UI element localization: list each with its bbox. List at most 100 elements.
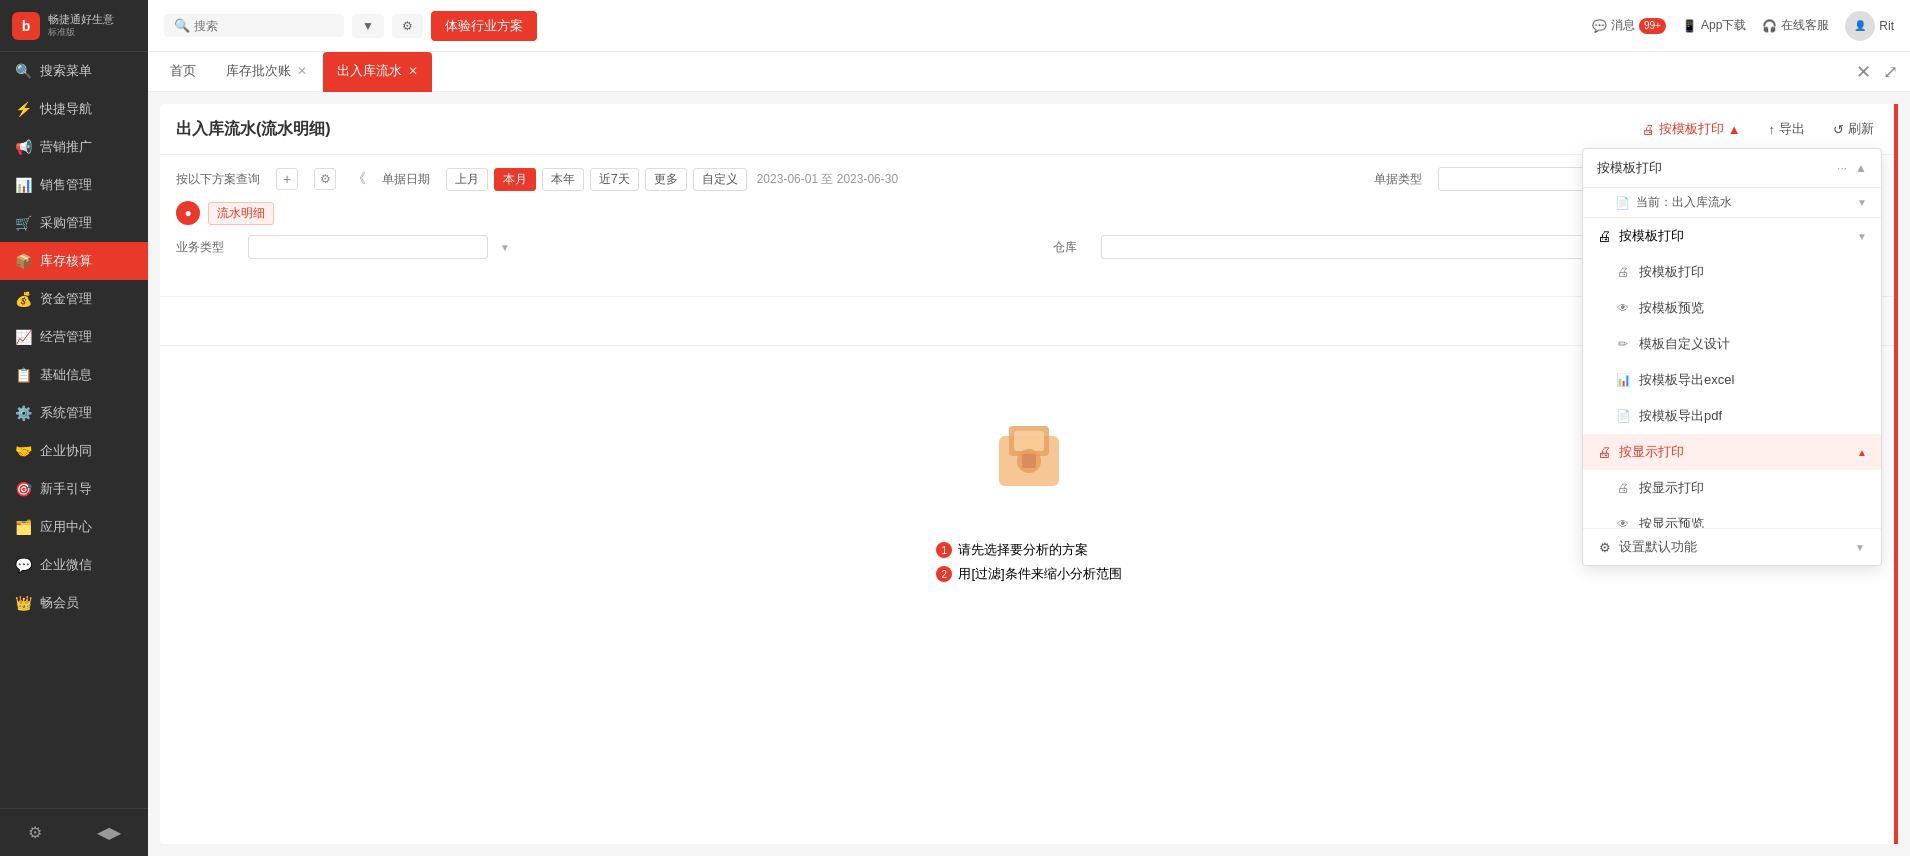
industry-btn[interactable]: 体验行业方案 (431, 11, 537, 41)
app-download-label: App下载 (1701, 17, 1746, 34)
print-icon: 🖨 (1642, 122, 1655, 137)
empty-tip-1: 1 请先选择要分析的方案 (936, 541, 1121, 559)
sidebar-label-3: 销售管理 (40, 176, 134, 194)
sidebar-item-新手引导[interactable]: 🎯 新手引导 (0, 470, 148, 508)
sidebar-scroll: 🔍 搜索菜单 ⚡ 快捷导航 📢 营销推广 📊 销售管理 🛒 采购管理 📦 库存核… (0, 52, 148, 808)
date-this-year-btn[interactable]: 本年 (542, 168, 584, 191)
sidebar-item-基础信息[interactable]: 📋 基础信息 (0, 356, 148, 394)
filter-setting-btn[interactable]: ⚙ (314, 168, 336, 190)
sidebar-item-营销推广[interactable]: 📢 营销推广 (0, 128, 148, 166)
headset-icon: 🎧 (1762, 19, 1777, 33)
filter-collapse-btn[interactable]: 《 (352, 170, 366, 188)
pdf-sub-icon: 📄 (1615, 408, 1631, 424)
sidebar-icon-2: 📢 (14, 138, 32, 156)
warehouse-label: 仓库 (1053, 239, 1077, 256)
date-this-month-btn[interactable]: 本月 (494, 168, 536, 191)
add-filter-btn[interactable]: + (276, 168, 298, 190)
resize-handle[interactable] (1894, 104, 1898, 844)
date-custom-btn[interactable]: 自定义 (693, 168, 747, 191)
tab-close-2[interactable]: ✕ (408, 64, 418, 78)
sidebar-icon-4: 🛒 (14, 214, 32, 232)
header-right: 💬 消息 99+ 📱 App下载 🎧 在线客服 👤 Rit (1592, 11, 1894, 41)
sidebar-item-畅会员[interactable]: 👑 畅会员 (0, 584, 148, 622)
sidebar-item-采购管理[interactable]: 🛒 采购管理 (0, 204, 148, 242)
footer-settings-icon: ⚙ (1599, 540, 1611, 555)
template-print-btn[interactable]: 🖨 按模板打印 ▲ (1634, 116, 1749, 142)
refresh-btn[interactable]: ↺ 刷新 (1825, 116, 1882, 142)
template-print-section-label: 按模板打印 (1619, 227, 1684, 245)
app-download-btn[interactable]: 📱 App下载 (1682, 17, 1746, 34)
sidebar-item-搜索菜单[interactable]: 🔍 搜索菜单 (0, 52, 148, 90)
tag-icon: ● (184, 206, 191, 220)
refresh-label: 刷新 (1848, 120, 1874, 138)
tip-num-2: 2 (936, 566, 952, 582)
preview-sub-icon: 👁 (1615, 300, 1631, 316)
template-preview-item[interactable]: 👁 按模板预览 (1583, 290, 1881, 326)
page-content: 出入库流水(流水明细) 🖨 按模板打印 ▲ ↑ 导出 ↺ 刷新 (148, 92, 1910, 856)
message-btn[interactable]: 💬 消息 99+ (1592, 17, 1666, 34)
sidebar-item-企业协同[interactable]: 🤝 企业协同 (0, 432, 148, 470)
template-print-section-header[interactable]: 🖨 按模板打印 ▼ (1583, 218, 1881, 254)
template-export-pdf-item[interactable]: 📄 按模板导出pdf (1583, 398, 1881, 434)
sidebar-icon-5: 📦 (14, 252, 32, 270)
tag-label: 流水明细 (217, 205, 265, 222)
search-input[interactable] (194, 19, 314, 33)
template-export-excel-item[interactable]: 📊 按模板导出excel (1583, 362, 1881, 398)
settings-btn[interactable]: ⚙ (392, 14, 423, 38)
tab-出入库流水[interactable]: 出入库流水✕ (323, 52, 432, 92)
empty-svg (979, 406, 1079, 506)
tab-close-1[interactable]: ✕ (297, 64, 307, 78)
sidebar-item-系统管理[interactable]: ⚙️ 系统管理 (0, 394, 148, 432)
footer-arrow: ▼ (1855, 542, 1865, 553)
sidebar-item-销售管理[interactable]: 📊 销售管理 (0, 166, 148, 204)
display-preview-item[interactable]: 👁 按显示预览 (1583, 506, 1881, 528)
sidebar-item-资金管理[interactable]: 💰 资金管理 (0, 280, 148, 318)
dropdown-chevron-up[interactable]: ▲ (1855, 161, 1867, 175)
dropdown-header: 按模板打印 ··· ▲ (1583, 149, 1881, 188)
current-route: 📄 当前：出入库流水 ▼ (1583, 188, 1881, 218)
nav-dropdown-btn[interactable]: ▼ (352, 14, 384, 38)
date-7days-btn[interactable]: 近7天 (590, 168, 639, 191)
sidebar-item-经营管理[interactable]: 📈 经营管理 (0, 318, 148, 356)
dropdown-scrollable: 📄 当前：出入库流水 ▼ 🖨 按模板打印 ▼ 🖨 (1583, 188, 1881, 528)
user-avatar-area[interactable]: 👤 Rit (1845, 11, 1894, 41)
sidebar-icon-10: 🤝 (14, 442, 32, 460)
dropdown-more-icon[interactable]: ··· (1837, 161, 1847, 175)
dropdown-footer-label: 设置默认功能 (1619, 538, 1697, 556)
user-name: Rit (1879, 19, 1894, 33)
display-print-section-header[interactable]: 🖨 按显示打印 ▲ (1583, 434, 1881, 470)
template-design-item[interactable]: ✏ 模板自定义设计 (1583, 326, 1881, 362)
template-print-label: 按模板打印 (1659, 120, 1724, 138)
tab-首页[interactable]: 首页 (156, 52, 210, 92)
maximize-tab-btn[interactable]: ⤢ (1879, 57, 1902, 87)
display-print-item[interactable]: 🖨 按显示打印 (1583, 470, 1881, 506)
business-type-select[interactable] (248, 235, 488, 259)
collapse-sidebar-btn[interactable]: ◀▶ (89, 819, 129, 846)
sidebar-label-5: 库存核算 (40, 252, 134, 270)
settings-icon[interactable]: ⚙ (20, 819, 50, 846)
search-box[interactable]: 🔍 (164, 14, 344, 37)
sidebar-item-快捷导航[interactable]: ⚡ 快捷导航 (0, 90, 148, 128)
date-last-month-btn[interactable]: 上月 (446, 168, 488, 191)
sidebar-icon-3: 📊 (14, 176, 32, 194)
sidebar-label-2: 营销推广 (40, 138, 134, 156)
sidebar-icon-1: ⚡ (14, 100, 32, 118)
date-more-btn[interactable]: 更多 (645, 168, 687, 191)
page-title: 出入库流水(流水明细) (176, 119, 331, 140)
tag-circle-icon: ● (176, 201, 200, 225)
export-btn[interactable]: ↑ 导出 (1761, 116, 1814, 142)
logo-area: b 畅捷通好生意 标准版 (0, 0, 148, 52)
svg-rect-4 (1022, 454, 1036, 468)
sidebar-item-应用中心[interactable]: 🗂️ 应用中心 (0, 508, 148, 546)
sidebar-item-库存核算[interactable]: 📦 库存核算 (0, 242, 148, 280)
close-tab-btn[interactable]: ✕ (1852, 57, 1875, 87)
tab-label-1: 库存批次账 (226, 62, 291, 80)
online-service-btn[interactable]: 🎧 在线客服 (1762, 17, 1829, 34)
tab-库存批次账[interactable]: 库存批次账 ✕ (212, 52, 321, 92)
current-route-arrow: ▼ (1857, 197, 1867, 208)
template-print-item[interactable]: 🖨 按模板打印 (1583, 254, 1881, 290)
sidebar-item-企业微信[interactable]: 💬 企业微信 (0, 546, 148, 584)
sidebar-icon-6: 💰 (14, 290, 32, 308)
dropdown-footer[interactable]: ⚙ 设置默认功能 ▼ (1583, 528, 1881, 565)
sidebar-bottom: ⚙ ◀▶ (0, 808, 148, 856)
